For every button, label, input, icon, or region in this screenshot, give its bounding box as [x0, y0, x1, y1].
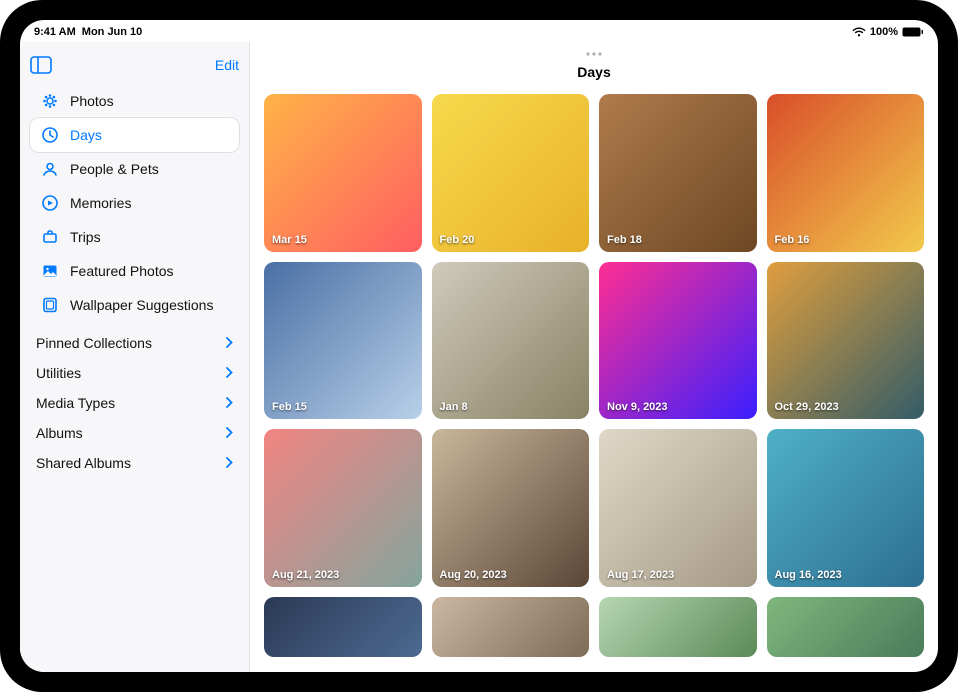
chevron-right-icon [226, 365, 233, 381]
main-header: Days [250, 42, 938, 88]
sidebar-item-memories[interactable]: Memories [30, 186, 239, 220]
day-tile[interactable] [264, 597, 422, 657]
tile-date: Oct 29, 2023 [775, 401, 839, 413]
chevron-right-icon [226, 455, 233, 471]
section-label: Albums [36, 425, 83, 441]
sidebar-header: Edit [30, 48, 239, 82]
sidebar-nav: Photos Days People & Pets Memories Trips Feat… [30, 84, 239, 322]
sidebar-toggle-icon[interactable] [30, 56, 52, 74]
tile-date: Aug 21, 2023 [272, 569, 339, 581]
days-icon [40, 125, 60, 145]
battery-icon [902, 27, 924, 37]
sidebar-item-label: Memories [70, 195, 131, 211]
tile-date: Nov 9, 2023 [607, 401, 668, 413]
status-right: 100% [852, 26, 924, 38]
wifi-icon [852, 27, 866, 37]
sidebar-item-label: Featured Photos [70, 263, 174, 279]
main-panel: Days Mar 15 Feb 20 Feb 18 Feb 16 Feb 15 Jan 8… [250, 42, 938, 672]
day-tile[interactable]: Feb 15 [264, 262, 422, 420]
memories-icon [40, 193, 60, 213]
sidebar-sections: Pinned Collections Utilities Media Types Al… [30, 328, 239, 478]
tile-date: Mar 15 [272, 234, 307, 246]
status-bar: 9:41 AM Mon Jun 10 100% [20, 20, 938, 42]
sidebar-item-featured[interactable]: Featured Photos [30, 254, 239, 288]
day-tile[interactable]: Oct 29, 2023 [767, 262, 925, 420]
sidebar-item-photos[interactable]: Photos [30, 84, 239, 118]
people-icon [40, 159, 60, 179]
tile-date: Aug 17, 2023 [607, 569, 674, 581]
sidebar-section-media-types[interactable]: Media Types [30, 388, 239, 418]
trips-icon [40, 227, 60, 247]
sidebar-item-label: Photos [70, 93, 114, 109]
tile-date: Feb 16 [775, 234, 810, 246]
more-handle-icon[interactable] [584, 44, 604, 62]
day-tile[interactable]: Aug 16, 2023 [767, 429, 925, 587]
sidebar-section-pinned-collections[interactable]: Pinned Collections [30, 328, 239, 358]
photos-icon [40, 91, 60, 111]
tile-date: Jan 8 [440, 401, 468, 413]
tile-date: Feb 18 [607, 234, 642, 246]
sidebar-item-wallpaper[interactable]: Wallpaper Suggestions [30, 288, 239, 322]
day-tile[interactable]: Aug 21, 2023 [264, 429, 422, 587]
edit-button[interactable]: Edit [215, 57, 239, 73]
sidebar-item-days[interactable]: Days [30, 118, 239, 152]
section-label: Pinned Collections [36, 335, 152, 351]
chevron-right-icon [226, 335, 233, 351]
chevron-right-icon [226, 425, 233, 441]
tile-date: Aug 16, 2023 [775, 569, 842, 581]
sidebar-item-label: People & Pets [70, 161, 159, 177]
status-date: Mon Jun 10 [82, 26, 143, 38]
sidebar-item-label: Wallpaper Suggestions [70, 297, 213, 313]
chevron-right-icon [226, 395, 233, 411]
sidebar-item-label: Trips [70, 229, 101, 245]
day-tile[interactable]: Nov 9, 2023 [599, 262, 757, 420]
section-label: Utilities [36, 365, 81, 381]
day-tile[interactable]: Aug 20, 2023 [432, 429, 590, 587]
sidebar-section-albums[interactable]: Albums [30, 418, 239, 448]
sidebar-section-utilities[interactable]: Utilities [30, 358, 239, 388]
day-tile[interactable]: Feb 16 [767, 94, 925, 252]
tile-date: Aug 20, 2023 [440, 569, 507, 581]
screen: 9:41 AM Mon Jun 10 100% Edit [20, 20, 938, 672]
battery-percent: 100% [870, 26, 898, 38]
day-tile[interactable] [599, 597, 757, 657]
sidebar: Edit Photos Days People & Pets Memories Trip… [20, 42, 250, 672]
wallpaper-icon [40, 295, 60, 315]
content: Edit Photos Days People & Pets Memories Trip… [20, 42, 938, 672]
status-time: 9:41 AM [34, 26, 76, 38]
day-tile[interactable] [767, 597, 925, 657]
day-tile[interactable]: Jan 8 [432, 262, 590, 420]
section-label: Media Types [36, 395, 115, 411]
tile-date: Feb 20 [440, 234, 475, 246]
sidebar-item-people[interactable]: People & Pets [30, 152, 239, 186]
tile-date: Feb 15 [272, 401, 307, 413]
status-left: 9:41 AM Mon Jun 10 [34, 26, 142, 38]
days-grid[interactable]: Mar 15 Feb 20 Feb 18 Feb 16 Feb 15 Jan 8 Nov 9… [250, 88, 938, 672]
day-tile[interactable]: Aug 17, 2023 [599, 429, 757, 587]
day-tile[interactable]: Mar 15 [264, 94, 422, 252]
sidebar-item-label: Days [70, 127, 102, 143]
device-frame: 9:41 AM Mon Jun 10 100% Edit [0, 0, 958, 692]
featured-icon [40, 261, 60, 281]
sidebar-section-shared-albums[interactable]: Shared Albums [30, 448, 239, 478]
day-tile[interactable] [432, 597, 590, 657]
section-label: Shared Albums [36, 455, 131, 471]
day-tile[interactable]: Feb 18 [599, 94, 757, 252]
day-tile[interactable]: Feb 20 [432, 94, 590, 252]
page-title: Days [577, 64, 610, 88]
sidebar-item-trips[interactable]: Trips [30, 220, 239, 254]
